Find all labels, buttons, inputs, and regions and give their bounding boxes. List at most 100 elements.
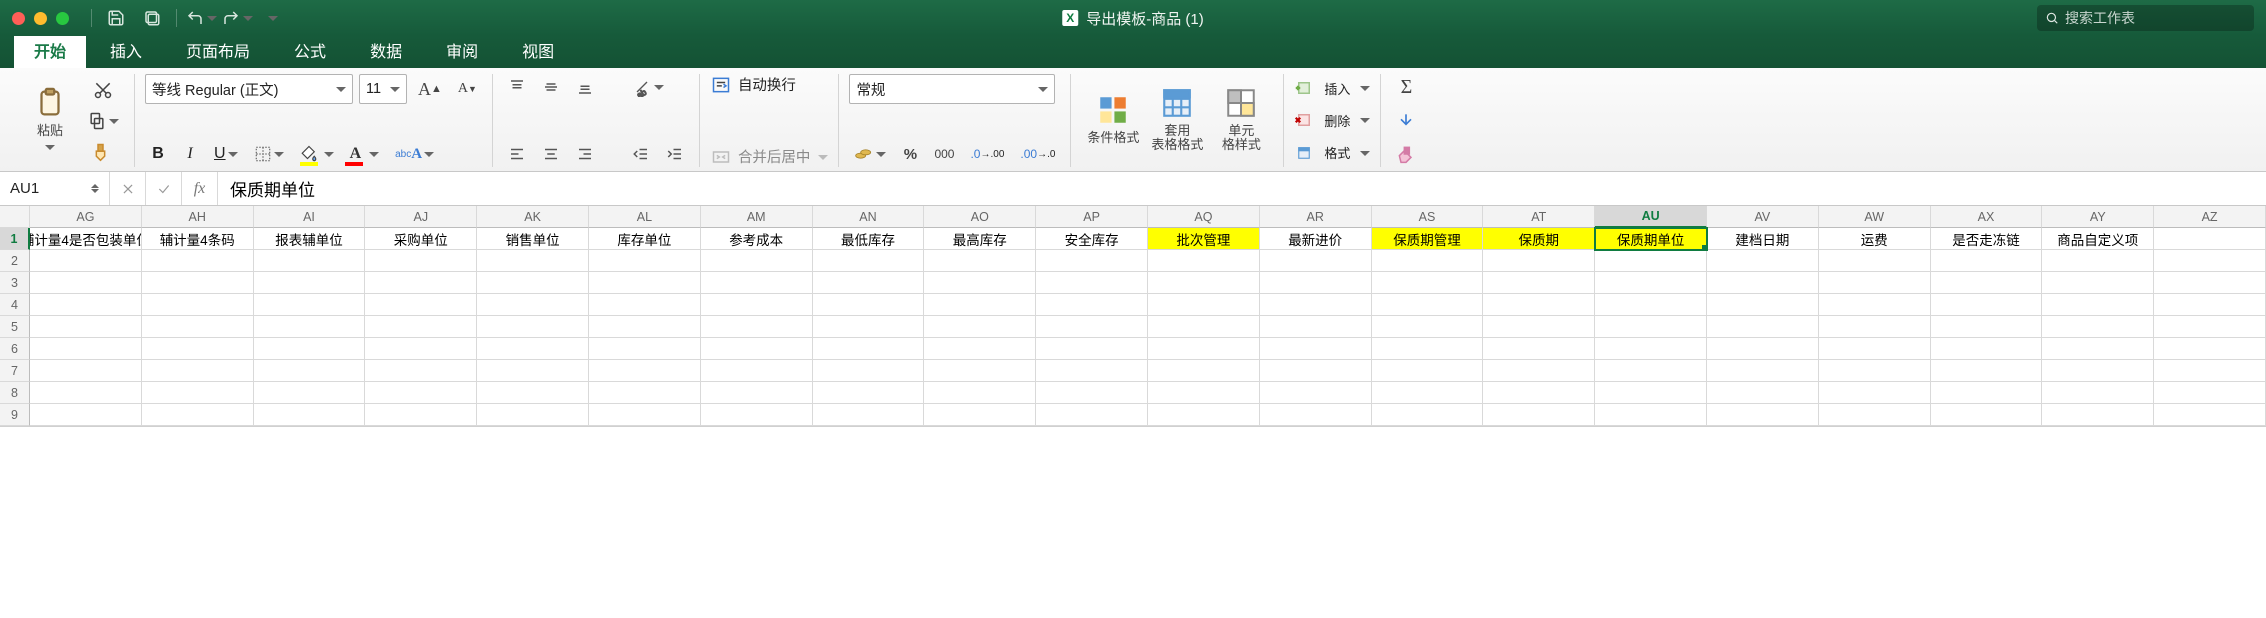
cell[interactable] bbox=[2042, 250, 2154, 272]
cell[interactable] bbox=[1595, 316, 1707, 338]
cell[interactable] bbox=[589, 316, 701, 338]
cell[interactable] bbox=[924, 272, 1036, 294]
cell[interactable] bbox=[1260, 360, 1372, 382]
customize-qat-icon[interactable] bbox=[257, 5, 289, 31]
search-input[interactable] bbox=[2065, 10, 2246, 26]
cell[interactable] bbox=[142, 382, 254, 404]
cell[interactable] bbox=[2042, 360, 2154, 382]
cell[interactable] bbox=[2154, 272, 2266, 294]
cell[interactable] bbox=[813, 250, 925, 272]
row-header[interactable]: 1 bbox=[0, 228, 30, 250]
cell[interactable] bbox=[142, 360, 254, 382]
format-cells-button[interactable]: 格式 bbox=[1294, 143, 1370, 162]
bold-button[interactable]: B bbox=[145, 141, 171, 167]
column-header[interactable]: AV bbox=[1707, 206, 1819, 228]
cell[interactable]: 保质期 bbox=[1483, 228, 1595, 250]
cell[interactable] bbox=[1260, 316, 1372, 338]
cell[interactable] bbox=[1595, 272, 1707, 294]
cell[interactable] bbox=[1819, 382, 1931, 404]
cell[interactable] bbox=[1148, 404, 1260, 426]
cell-style-button[interactable]: 单元 格样式 bbox=[1209, 74, 1273, 164]
merge-center-button[interactable]: 合并后居中 bbox=[710, 146, 829, 167]
format-painter-icon[interactable] bbox=[82, 139, 124, 165]
row-header[interactable]: 5 bbox=[0, 316, 30, 338]
window-minimize-button[interactable] bbox=[34, 12, 47, 25]
name-box[interactable]: AU1 bbox=[0, 172, 110, 205]
cell[interactable] bbox=[1595, 382, 1707, 404]
cell[interactable] bbox=[365, 360, 477, 382]
cell[interactable] bbox=[477, 250, 589, 272]
cell[interactable] bbox=[589, 272, 701, 294]
cell[interactable] bbox=[1148, 272, 1260, 294]
cell[interactable] bbox=[1036, 294, 1148, 316]
cell[interactable] bbox=[1372, 382, 1484, 404]
cell[interactable] bbox=[477, 382, 589, 404]
tab-home[interactable]: 开始 bbox=[14, 32, 86, 68]
tab-insert[interactable]: 插入 bbox=[90, 32, 162, 68]
cell[interactable] bbox=[589, 250, 701, 272]
cell[interactable] bbox=[1483, 272, 1595, 294]
cell[interactable] bbox=[2154, 338, 2266, 360]
autosum-icon[interactable]: Σ bbox=[1391, 75, 1421, 101]
cell[interactable] bbox=[701, 250, 813, 272]
cell[interactable]: 保质期管理 bbox=[1372, 228, 1484, 250]
cell[interactable]: 报表辅单位 bbox=[254, 228, 366, 250]
cell[interactable] bbox=[477, 294, 589, 316]
cell[interactable] bbox=[589, 404, 701, 426]
cell[interactable] bbox=[813, 272, 925, 294]
cancel-formula-icon[interactable] bbox=[110, 172, 146, 205]
column-header[interactable]: AR bbox=[1260, 206, 1372, 228]
increase-decimal-icon[interactable]: .0→.00 bbox=[965, 141, 1009, 167]
window-maximize-button[interactable] bbox=[56, 12, 69, 25]
cell[interactable] bbox=[1595, 250, 1707, 272]
cell[interactable] bbox=[2042, 294, 2154, 316]
cell[interactable] bbox=[30, 382, 142, 404]
cell[interactable] bbox=[1260, 250, 1372, 272]
cell[interactable] bbox=[477, 404, 589, 426]
cell[interactable] bbox=[1931, 404, 2043, 426]
italic-button[interactable]: I bbox=[177, 141, 203, 167]
cell[interactable] bbox=[477, 360, 589, 382]
cell[interactable] bbox=[1931, 360, 2043, 382]
fx-icon[interactable]: fx bbox=[182, 172, 218, 205]
currency-icon[interactable] bbox=[849, 141, 891, 167]
cell[interactable] bbox=[1931, 294, 2043, 316]
cell[interactable] bbox=[365, 382, 477, 404]
cell[interactable] bbox=[2042, 316, 2154, 338]
cell[interactable] bbox=[1707, 338, 1819, 360]
column-header[interactable]: AY bbox=[2042, 206, 2154, 228]
column-header[interactable]: AI bbox=[254, 206, 366, 228]
cut-icon[interactable] bbox=[82, 77, 124, 103]
increase-indent-icon[interactable] bbox=[661, 141, 689, 167]
cell[interactable]: 最低库存 bbox=[813, 228, 925, 250]
cell[interactable] bbox=[30, 316, 142, 338]
font-color-button[interactable]: A bbox=[345, 141, 385, 167]
cell[interactable] bbox=[924, 404, 1036, 426]
column-header[interactable]: AZ bbox=[2154, 206, 2266, 228]
cell[interactable] bbox=[1036, 404, 1148, 426]
cell[interactable] bbox=[30, 360, 142, 382]
cell[interactable] bbox=[2154, 250, 2266, 272]
cell[interactable]: 销售单位 bbox=[477, 228, 589, 250]
column-header[interactable]: AS bbox=[1372, 206, 1484, 228]
cell[interactable] bbox=[254, 360, 366, 382]
undo-icon[interactable] bbox=[185, 5, 217, 31]
align-left-icon[interactable] bbox=[503, 141, 531, 167]
cell[interactable] bbox=[813, 338, 925, 360]
cell[interactable]: 建档日期 bbox=[1707, 228, 1819, 250]
font-size-combo[interactable]: 11 bbox=[359, 74, 407, 104]
cell[interactable] bbox=[1819, 338, 1931, 360]
paste-button[interactable]: 粘贴 bbox=[18, 74, 82, 164]
cell[interactable] bbox=[1036, 338, 1148, 360]
cell[interactable] bbox=[1148, 338, 1260, 360]
cell[interactable] bbox=[1260, 338, 1372, 360]
align-center-icon[interactable] bbox=[537, 141, 565, 167]
cell[interactable] bbox=[1707, 272, 1819, 294]
cell[interactable]: 库存单位 bbox=[589, 228, 701, 250]
cell[interactable] bbox=[701, 360, 813, 382]
cell[interactable] bbox=[1483, 360, 1595, 382]
cell[interactable] bbox=[1819, 294, 1931, 316]
cell[interactable] bbox=[1595, 360, 1707, 382]
cell[interactable] bbox=[924, 338, 1036, 360]
cell[interactable] bbox=[1595, 294, 1707, 316]
